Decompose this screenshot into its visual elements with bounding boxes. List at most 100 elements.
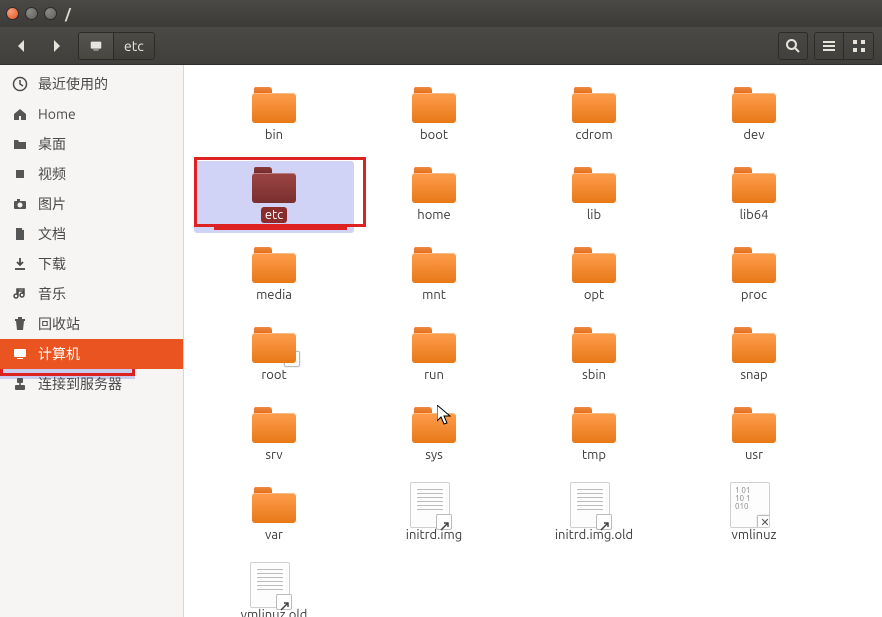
view-switcher	[814, 32, 874, 60]
file-grid-pane[interactable]: bin boot cdrom dev etchome lib lib64 media mnt op…	[184, 65, 882, 617]
forward-button[interactable]	[42, 32, 70, 60]
sidebar-item-label: Home	[38, 106, 76, 122]
minimize-window-button[interactable]	[25, 7, 38, 20]
file-item-snap[interactable]: snap	[674, 321, 834, 393]
file-item-label: mnt	[418, 287, 450, 303]
file-item-etc[interactable]: etc	[194, 161, 354, 233]
path-root-button[interactable]	[79, 33, 114, 59]
sidebar-item-桌面[interactable]: 桌面	[0, 129, 183, 159]
file-item-label: lib	[583, 207, 605, 223]
file-item-cdrom[interactable]: cdrom	[514, 81, 674, 153]
sidebar-item-回收站[interactable]: 回收站	[0, 309, 183, 339]
folder-icon	[570, 405, 618, 445]
sidebar-item-label: 文档	[38, 224, 66, 244]
file-item-label: cdrom	[571, 127, 616, 143]
camera-icon	[12, 196, 28, 212]
sidebar-item-label: 桌面	[38, 134, 66, 154]
folder-icon	[250, 245, 298, 285]
toolbar: etc	[0, 27, 882, 65]
file-item-lib[interactable]: lib	[514, 161, 674, 233]
file-item-label: tmp	[578, 447, 610, 463]
sidebar-item-连接到服务器[interactable]: 连接到服务器	[0, 369, 183, 399]
maximize-window-button[interactable]	[44, 7, 57, 20]
sidebar-item-音乐[interactable]: 音乐	[0, 279, 183, 309]
search-button[interactable]	[778, 32, 808, 60]
sidebar-item-Home[interactable]: Home	[0, 99, 183, 129]
folder-icon	[570, 325, 618, 365]
file-item-run[interactable]: run	[354, 321, 514, 393]
sidebar-item-label: 视频	[38, 164, 66, 184]
sidebar-item-label: 连接到服务器	[38, 374, 122, 394]
network-icon	[12, 376, 28, 392]
file-item-label: bin	[261, 127, 287, 143]
file-item-dev[interactable]: dev	[674, 81, 834, 153]
icon-view-button[interactable]	[844, 32, 874, 60]
file-item-mnt[interactable]: mnt	[354, 241, 514, 313]
file-item-root[interactable]: ✕ root	[194, 321, 354, 393]
sidebar-item-label: 音乐	[38, 284, 66, 304]
file-item-initrd.img.old[interactable]: initrd.img.old	[514, 481, 674, 553]
close-window-button[interactable]	[6, 7, 19, 20]
sidebar-item-图片[interactable]: 图片	[0, 189, 183, 219]
file-icon	[410, 485, 458, 525]
sidebar-item-label: 最近使用的	[38, 74, 108, 94]
folder-icon	[410, 325, 458, 365]
file-icon	[570, 485, 618, 525]
clock-icon	[12, 76, 28, 92]
folder-icon	[250, 165, 298, 205]
file-item-vmlinuz.old[interactable]: vmlinuz.old	[194, 561, 354, 617]
file-item-label: lib64	[736, 207, 773, 223]
folder-icon	[730, 85, 778, 125]
computer-icon	[12, 346, 28, 362]
music-icon	[12, 286, 28, 302]
back-button[interactable]	[8, 32, 36, 60]
folder-icon	[570, 165, 618, 205]
file-item-label: run	[420, 367, 448, 383]
sidebar-item-label: 图片	[38, 194, 66, 214]
file-item-label: usr	[741, 447, 767, 463]
sidebar-item-下载[interactable]: 下载	[0, 249, 183, 279]
sidebar-item-计算机[interactable]: 计算机	[0, 339, 183, 369]
file-item-media[interactable]: media	[194, 241, 354, 313]
sidebar: 最近使用的 Home 桌面视频图片文档下载音乐回收站计算机连接到服务器	[0, 65, 184, 617]
window-titlebar: /	[0, 0, 882, 27]
sidebar-item-最近使用的[interactable]: 最近使用的	[0, 69, 183, 99]
file-item-opt[interactable]: opt	[514, 241, 674, 313]
file-item-label: boot	[416, 127, 452, 143]
file-item-label: opt	[580, 287, 608, 303]
file-item-label: snap	[736, 367, 771, 383]
file-item-usr[interactable]: usr	[674, 401, 834, 473]
file-item-vmlinuz[interactable]: 1 0110 1010✕vmlinuz	[674, 481, 834, 553]
folder-icon	[12, 136, 28, 152]
sidebar-item-label: 回收站	[38, 314, 80, 334]
file-item-label: root	[257, 367, 290, 383]
folder-icon	[250, 485, 298, 525]
file-item-label: vmlinuz	[728, 527, 781, 543]
window-title: /	[65, 6, 71, 22]
file-item-sbin[interactable]: sbin	[514, 321, 674, 393]
sidebar-item-label: 下载	[38, 254, 66, 274]
file-item-home[interactable]: home	[354, 161, 514, 233]
folder-icon	[570, 85, 618, 125]
list-view-button[interactable]	[814, 32, 844, 60]
file-item-sys[interactable]: sys	[354, 401, 514, 473]
file-item-srv[interactable]: srv	[194, 401, 354, 473]
file-item-tmp[interactable]: tmp	[514, 401, 674, 473]
folder-icon	[250, 405, 298, 445]
window-controls	[6, 7, 57, 20]
sidebar-item-文档[interactable]: 文档	[0, 219, 183, 249]
folder-icon	[730, 165, 778, 205]
file-item-label: sys	[421, 447, 447, 463]
file-item-bin[interactable]: bin	[194, 81, 354, 153]
doc-icon	[12, 226, 28, 242]
path-segment-etc[interactable]: etc	[114, 33, 154, 59]
folder-icon: ✕	[250, 325, 298, 365]
file-item-proc[interactable]: proc	[674, 241, 834, 313]
file-item-var[interactable]: var	[194, 481, 354, 553]
file-item-lib64[interactable]: lib64	[674, 161, 834, 233]
folder-icon	[410, 85, 458, 125]
sidebar-item-视频[interactable]: 视频	[0, 159, 183, 189]
trash-icon	[12, 316, 28, 332]
file-item-initrd.img[interactable]: initrd.img	[354, 481, 514, 553]
file-item-boot[interactable]: boot	[354, 81, 514, 153]
